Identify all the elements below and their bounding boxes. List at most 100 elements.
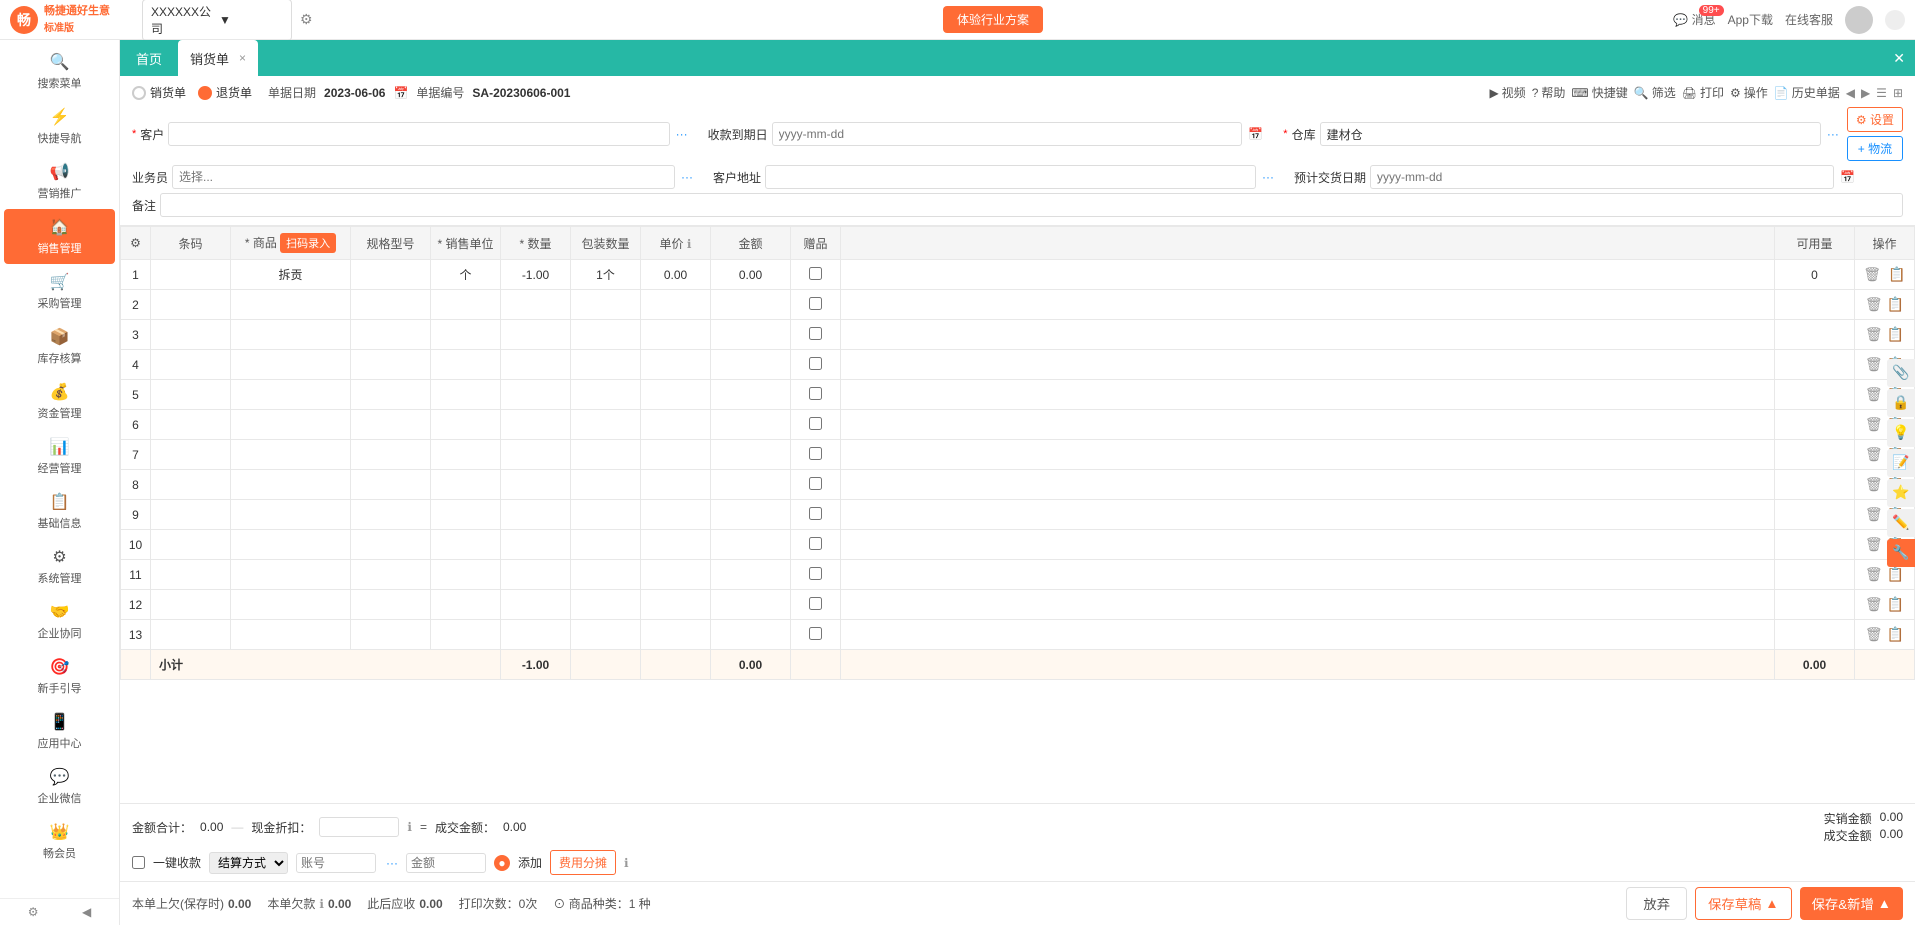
delete-row-icon-5[interactable]: 🗑 — [1865, 386, 1883, 402]
view-grid-icon[interactable]: ⊞ — [1893, 86, 1903, 100]
radio-return[interactable]: 退货单 — [198, 84, 252, 101]
customer-ellipsis-icon[interactable]: ··· — [676, 127, 688, 141]
note-input[interactable] — [160, 193, 1903, 217]
tab-bar-close-icon[interactable]: ✕ — [1893, 50, 1905, 67]
notification-area[interactable]: 💬 消息 99+ — [1673, 11, 1715, 28]
sidebar-collapse-icon[interactable]: ◀ — [82, 905, 91, 919]
sidebar-item-apps[interactable]: 📱 应用中心 — [0, 704, 119, 759]
warehouse-input[interactable] — [1320, 122, 1821, 146]
customer-addr-ellipsis-icon[interactable]: ··· — [1262, 170, 1274, 184]
discard-button[interactable]: 放弃 — [1626, 887, 1687, 920]
due-date-calendar-icon[interactable]: 📅 — [1248, 127, 1263, 141]
save-draft-button[interactable]: 保存草稿 ▲ — [1695, 887, 1792, 920]
delete-row-icon-3[interactable]: 🗑 — [1865, 326, 1883, 342]
expected-date-calendar-icon[interactable]: 📅 — [1840, 170, 1855, 184]
view-list-icon[interactable]: ☰ — [1876, 86, 1887, 100]
delete-row-icon-9[interactable]: 🗑 — [1865, 506, 1883, 522]
account-ellipsis-icon[interactable]: ··· — [386, 856, 398, 870]
settlement-method-select[interactable]: 结算方式 — [209, 852, 288, 874]
online-support-link[interactable]: 在线客服 — [1785, 11, 1833, 28]
right-tool-star[interactable]: ⭐ — [1887, 479, 1915, 507]
user-avatar[interactable] — [1845, 6, 1873, 34]
expected-date-input[interactable] — [1370, 165, 1834, 189]
gift-checkbox-3[interactable] — [809, 327, 822, 340]
delete-row-icon-6[interactable]: 🗑 — [1865, 416, 1883, 432]
delete-row-icon-12[interactable]: 🗑 — [1865, 596, 1883, 612]
gift-checkbox-8[interactable] — [809, 477, 822, 490]
barcode-input-1[interactable] — [155, 268, 226, 282]
print-tool[interactable]: 🖨 打印 — [1682, 84, 1724, 101]
sidebar-item-marketing[interactable]: 📢 营销推广 — [0, 154, 119, 209]
copy-row-icon-1[interactable]: 📋 — [1888, 266, 1905, 282]
sidebar-item-guide[interactable]: 🎯 新手引导 — [0, 649, 119, 704]
logistics-button[interactable]: + 物流 — [1847, 136, 1903, 161]
right-tool-bulb[interactable]: 💡 — [1887, 419, 1915, 447]
scan-button[interactable]: 扫码录入 — [280, 233, 336, 253]
experience-button[interactable]: 体验行业方案 — [943, 6, 1043, 33]
tab-close-icon[interactable]: × — [239, 51, 246, 65]
copy-row-icon-3[interactable]: 📋 — [1887, 326, 1904, 342]
table-settings-icon[interactable]: ⚙ — [130, 236, 141, 250]
gift-checkbox-7[interactable] — [809, 447, 822, 460]
gift-checkbox-4[interactable] — [809, 357, 822, 370]
current-debt-info-icon[interactable]: ℹ — [319, 897, 324, 911]
sidebar-item-member[interactable]: 👑 畅会员 — [0, 814, 119, 869]
help-tool[interactable]: ? 帮助 — [1532, 84, 1566, 101]
delete-row-icon-8[interactable]: 🗑 — [1865, 476, 1883, 492]
copy-row-icon-13[interactable]: 📋 — [1887, 626, 1904, 642]
date-value[interactable]: 2023-06-06 — [324, 86, 385, 100]
copy-row-icon-11[interactable]: 📋 — [1887, 566, 1904, 582]
right-tool-edit[interactable]: ✏️ — [1887, 509, 1915, 537]
fee-split-info-icon[interactable]: ℹ — [624, 856, 629, 870]
sidebar-item-basic[interactable]: 📋 基础信息 — [0, 484, 119, 539]
radio-sale[interactable]: 销货单 — [132, 84, 186, 101]
th-settings[interactable]: ⚙ — [121, 227, 151, 260]
copy-row-icon-12[interactable]: 📋 — [1887, 596, 1904, 612]
salesperson-input[interactable] — [172, 165, 675, 189]
right-tool-lock[interactable]: 🔒 — [1887, 389, 1915, 417]
delete-row-icon-2[interactable]: 🗑 — [1865, 296, 1883, 312]
right-tool-note[interactable]: 📝 — [1887, 449, 1915, 477]
settings-icon[interactable]: ⚙ — [300, 11, 313, 28]
gift-checkbox-13[interactable] — [809, 627, 822, 640]
tab-sale-order[interactable]: 销货单 × — [178, 40, 258, 76]
sidebar-item-finance[interactable]: 💰 资金管理 — [0, 374, 119, 429]
gift-checkbox-9[interactable] — [809, 507, 822, 520]
sidebar-item-purchase[interactable]: 🛒 采购管理 — [0, 264, 119, 319]
row-barcode-1[interactable] — [151, 260, 231, 290]
price-info-icon[interactable]: ℹ — [687, 237, 692, 251]
row-pkg-qty-1[interactable]: 1个 — [571, 260, 641, 290]
delete-row-icon-4[interactable]: 🗑 — [1865, 356, 1883, 372]
salesperson-ellipsis-icon[interactable]: ··· — [681, 170, 693, 184]
calendar-icon[interactable]: 📅 — [393, 86, 408, 100]
one-click-pay-checkbox[interactable] — [132, 856, 145, 869]
copy-row-icon-2[interactable]: 📋 — [1887, 296, 1904, 312]
number-value[interactable]: SA-20230606-001 — [472, 86, 570, 100]
warehouse-ellipsis-icon[interactable]: ··· — [1827, 127, 1839, 141]
app-download-link[interactable]: App下载 — [1728, 11, 1773, 28]
nav-prev-icon[interactable]: ◀ — [1846, 86, 1855, 100]
row-price-1[interactable]: 0.00 — [641, 260, 711, 290]
row-qty-1[interactable]: -1.00 — [501, 260, 571, 290]
sidebar-item-inventory[interactable]: 📦 库存核算 — [0, 319, 119, 374]
fee-split-button[interactable]: 费用分摊 — [550, 850, 616, 875]
gift-checkbox-2[interactable] — [809, 297, 822, 310]
sidebar-item-operations[interactable]: 📊 经营管理 — [0, 429, 119, 484]
discount-input[interactable] — [319, 817, 399, 837]
shortcut-tool[interactable]: ⌨ 快捷键 — [1571, 84, 1627, 101]
customer-input[interactable] — [168, 122, 669, 146]
gift-checkbox-1[interactable] — [809, 267, 822, 280]
user-info[interactable] — [1885, 10, 1905, 30]
sidebar-item-search[interactable]: 🔍 搜索菜单 — [0, 44, 119, 99]
product-type-icon[interactable]: ⊙ — [553, 897, 565, 911]
operation-tool[interactable]: ⚙ 操作 — [1730, 84, 1768, 101]
delete-row-icon-10[interactable]: 🗑 — [1865, 536, 1883, 552]
delete-row-icon-13[interactable]: 🗑 — [1865, 626, 1883, 642]
sidebar-item-enterprise[interactable]: 🤝 企业协同 — [0, 594, 119, 649]
due-date-input[interactable] — [772, 122, 1243, 146]
amount-input[interactable] — [406, 853, 486, 873]
right-tool-clip[interactable]: 📎 — [1887, 359, 1915, 387]
tab-home[interactable]: 首页 — [120, 40, 178, 76]
customer-addr-input[interactable] — [765, 165, 1256, 189]
filter-tool[interactable]: 🔍 筛选 — [1634, 84, 1676, 101]
